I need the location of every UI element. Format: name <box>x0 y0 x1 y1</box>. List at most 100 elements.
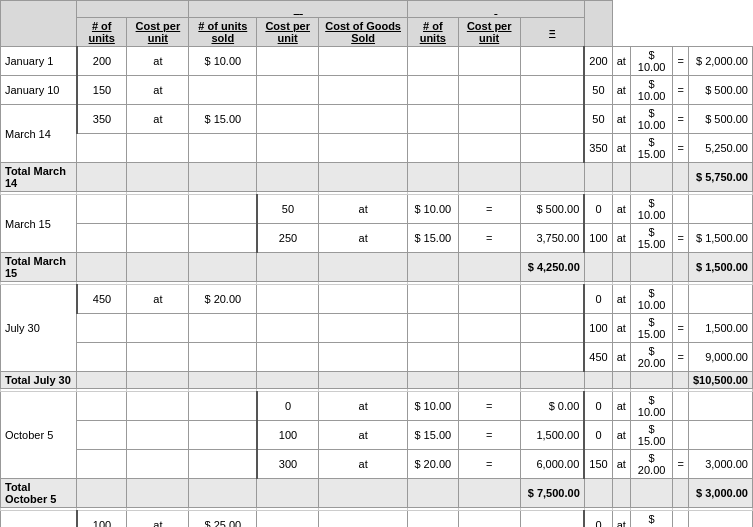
eq-b-cell: = <box>673 134 688 163</box>
data-row: 250at$ 15.00=3,750.00100at$ 15.00=$ 1,50… <box>1 224 753 253</box>
inv-cell: 3,000.00 <box>688 450 752 479</box>
date-cell: January 10 <box>1 76 77 105</box>
date-cell: January 1 <box>1 47 77 76</box>
up-cell <box>77 343 127 372</box>
inv-cell: 1,500.00 <box>688 314 752 343</box>
at-p-cell <box>127 195 189 224</box>
at-p-cell <box>127 450 189 479</box>
at-b-cell: at <box>612 47 630 76</box>
eq-s-cell <box>458 105 520 134</box>
t-eq <box>458 253 520 282</box>
data-row: 100at$ 15.00=1,500.000at$ 15.00 <box>1 421 753 450</box>
cpu-cell <box>189 421 257 450</box>
t-cogs: $ 7,500.00 <box>520 479 584 508</box>
t-eq <box>458 372 520 389</box>
cpu-cell: $ 20.00 <box>189 285 257 314</box>
cpus-cell: $ 10.00 <box>407 392 458 421</box>
header-balance <box>407 1 584 18</box>
cogs-cell: 6,000.00 <box>520 450 584 479</box>
cpub-cell: $ 15.00 <box>630 421 673 450</box>
t-atp <box>127 479 189 508</box>
at-s-cell: at <box>319 421 408 450</box>
cpub-cell: $ 10.00 <box>630 76 673 105</box>
data-row: January 10150at50at$ 10.00=$ 500.00 <box>1 76 753 105</box>
at-s-cell <box>319 285 408 314</box>
sub-header-cpu: Cost per unit <box>127 18 189 47</box>
us-cell: 0 <box>257 392 319 421</box>
t-us <box>257 253 319 282</box>
cpus-cell <box>407 47 458 76</box>
inventory-table: # of units Cost per unit # of units sold… <box>0 0 753 527</box>
ub-cell: 0 <box>584 392 612 421</box>
eq-b-cell: = <box>673 47 688 76</box>
cpub-cell: $ 10.00 <box>630 392 673 421</box>
cogs-cell <box>520 314 584 343</box>
at-p-cell: at <box>127 47 189 76</box>
ub-cell: 0 <box>584 421 612 450</box>
header-purchased <box>77 1 189 18</box>
cogs-cell: $ 0.00 <box>520 392 584 421</box>
t-eq <box>458 163 520 192</box>
t-eqb <box>673 479 688 508</box>
ub-cell: 450 <box>584 343 612 372</box>
data-row: January 1200at$ 10.00200at$ 10.00=$ 2,00… <box>1 47 753 76</box>
at-p-cell <box>127 392 189 421</box>
t-up <box>77 163 127 192</box>
at-s-cell <box>319 511 408 528</box>
cpub-cell: $ 20.00 <box>630 450 673 479</box>
cpus-cell <box>407 511 458 528</box>
cpub-cell: $ 20.00 <box>630 343 673 372</box>
cpub-cell: $ 15.00 <box>630 134 673 163</box>
data-row: 450at$ 20.00=9,000.00 <box>1 343 753 372</box>
cpu-cell <box>189 134 257 163</box>
t-atb <box>612 163 630 192</box>
data-row: 350at$ 15.00=5,250.00 <box>1 134 753 163</box>
cpus-cell: $ 10.00 <box>407 195 458 224</box>
total-row: Total July 30 $10,500.00 <box>1 372 753 389</box>
eq-s-cell: = <box>458 392 520 421</box>
eq-s-cell: = <box>458 224 520 253</box>
at-p-cell <box>127 343 189 372</box>
cpus-cell <box>407 285 458 314</box>
cogs-cell <box>520 511 584 528</box>
inv-cell <box>688 195 752 224</box>
sub-header-cpu-bal: Cost per unit <box>458 18 520 47</box>
sub-header-cogs: Cost of Goods Sold <box>319 18 408 47</box>
at-b-cell: at <box>612 450 630 479</box>
eq-b-cell <box>673 421 688 450</box>
cpub-cell: $ 10.00 <box>630 285 673 314</box>
ub-cell: 0 <box>584 195 612 224</box>
up-cell <box>77 314 127 343</box>
data-row: March 14350at$ 15.0050at$ 10.00=$ 500.00 <box>1 105 753 134</box>
header-sold <box>189 1 407 18</box>
up-cell <box>77 450 127 479</box>
date-cell: July 30 <box>1 285 77 372</box>
t-cpub <box>630 479 673 508</box>
eq-s-cell <box>458 314 520 343</box>
t-ub <box>584 163 612 192</box>
total-row: Total October 5$ 7,500.00$ 3,000.00 <box>1 479 753 508</box>
us-cell <box>257 511 319 528</box>
total-label: Total July 30 <box>1 372 77 389</box>
t-inv: $10,500.00 <box>688 372 752 389</box>
t-ub <box>584 253 612 282</box>
up-cell <box>77 134 127 163</box>
t-atp <box>127 253 189 282</box>
eq-s-cell <box>458 511 520 528</box>
inv-cell: $ 1,500.00 <box>688 224 752 253</box>
at-b-cell: at <box>612 511 630 528</box>
us-cell <box>257 285 319 314</box>
up-cell: 100 <box>77 511 127 528</box>
cpu-cell <box>189 195 257 224</box>
eq-b-cell: = <box>673 76 688 105</box>
inv-cell: $ 2,000.00 <box>688 47 752 76</box>
at-b-cell: at <box>612 421 630 450</box>
cpus-cell <box>407 105 458 134</box>
t-inv: $ 5,750.00 <box>688 163 752 192</box>
cogs-cell <box>520 47 584 76</box>
at-b-cell: at <box>612 285 630 314</box>
at-b-cell: at <box>612 195 630 224</box>
ub-cell: 100 <box>584 314 612 343</box>
ub-cell: 0 <box>584 511 612 528</box>
date-cell: October 26 <box>1 511 77 528</box>
